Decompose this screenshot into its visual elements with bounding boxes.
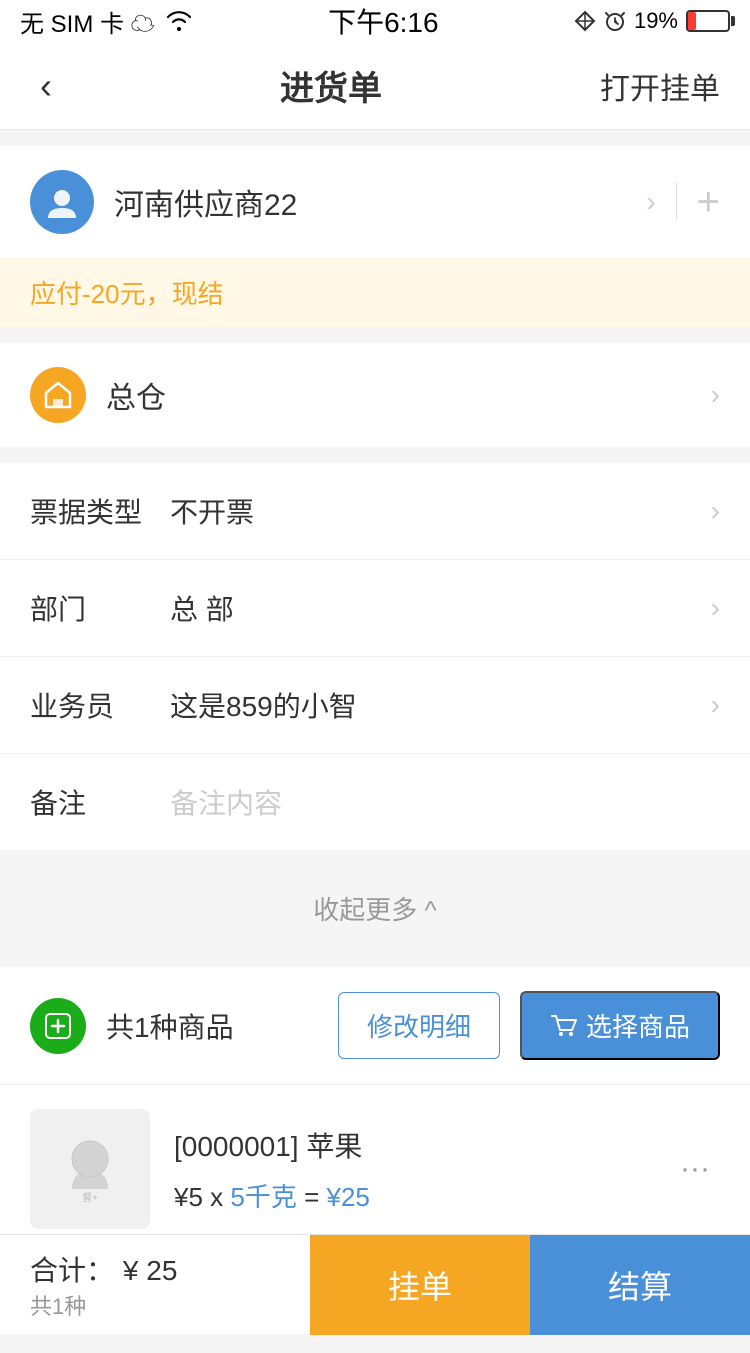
dept-row[interactable]: 部门 总 部 › bbox=[0, 560, 750, 657]
total-amount: 合计： ¥ 25 bbox=[30, 1249, 280, 1289]
product-thumb-icon: 督+ bbox=[50, 1129, 130, 1209]
collapse-button[interactable]: 收起更多 ^ bbox=[0, 866, 750, 951]
supplier-chevron-icon: › bbox=[646, 186, 655, 218]
supplier-divider bbox=[676, 182, 677, 222]
cart-icon bbox=[550, 1014, 578, 1038]
invoice-row[interactable]: 票据类型 不开票 › bbox=[0, 463, 750, 560]
nav-bar: ‹ 进货单 打开挂单 bbox=[0, 42, 750, 130]
products-header: 共1种商品 修改明细 选择商品 bbox=[0, 967, 750, 1085]
total-value: ¥ 25 bbox=[123, 1255, 178, 1286]
supplier-card: 河南供应商22 › + 应付-20元，现结 bbox=[0, 146, 750, 327]
invoice-chevron-icon: › bbox=[711, 495, 720, 527]
wifi-icon bbox=[165, 11, 193, 31]
total-label: 合计： bbox=[30, 1255, 114, 1286]
select-product-button[interactable]: 选择商品 bbox=[520, 991, 720, 1060]
product-thumbnail: 督+ bbox=[30, 1109, 150, 1229]
salesman-label: 业务员 bbox=[30, 685, 150, 725]
edit-details-button[interactable]: 修改明细 bbox=[338, 992, 500, 1059]
battery-icon bbox=[686, 10, 730, 32]
product-name: [0000001] 苹果 bbox=[174, 1125, 646, 1165]
hang-button[interactable]: 挂单 bbox=[310, 1235, 530, 1335]
bottom-bar: 合计： ¥ 25 共1种 挂单 结算 bbox=[0, 1234, 750, 1334]
supplier-row[interactable]: 河南供应商22 › + bbox=[0, 146, 750, 258]
total-price: ¥25 bbox=[327, 1182, 370, 1212]
warehouse-card: 总仓 › bbox=[0, 343, 750, 447]
salesman-row[interactable]: 业务员 这是859的小智 › bbox=[0, 657, 750, 754]
select-product-label: 选择商品 bbox=[586, 1007, 690, 1044]
total-count: 共1种 bbox=[30, 1289, 280, 1321]
remark-input[interactable]: 备注内容 bbox=[150, 782, 720, 822]
product-title: 苹果 bbox=[306, 1131, 362, 1162]
invoice-value: 不开票 bbox=[150, 491, 711, 531]
total-section: 合计： ¥ 25 共1种 bbox=[0, 1249, 310, 1321]
status-right: 19% bbox=[574, 8, 730, 34]
add-supplier-button[interactable]: + bbox=[697, 180, 720, 225]
products-icon bbox=[30, 998, 86, 1054]
battery-percent: 19% bbox=[634, 8, 678, 34]
page-title: 进货单 bbox=[280, 61, 382, 110]
status-bar: 无 SIM 卡 ☁ 下午6:16 19% bbox=[0, 0, 750, 42]
products-count: 共1种商品 bbox=[106, 1006, 318, 1046]
status-left: 无 SIM 卡 ☁ bbox=[20, 4, 193, 39]
salesman-value: 这是859的小智 bbox=[150, 685, 711, 725]
supplier-name: 河南供应商22 bbox=[114, 180, 646, 224]
salesman-chevron-icon: › bbox=[711, 689, 720, 721]
dept-label: 部门 bbox=[30, 588, 150, 628]
dept-value: 总 部 bbox=[150, 588, 711, 628]
checkout-button[interactable]: 结算 bbox=[530, 1235, 750, 1335]
product-price: ¥5 x 5千克 = ¥25 bbox=[174, 1177, 646, 1214]
product-info: [0000001] 苹果 ¥5 x 5千克 = ¥25 bbox=[174, 1125, 646, 1214]
alarm-icon bbox=[604, 10, 626, 32]
products-card: 共1种商品 修改明细 选择商品 督+ bbox=[0, 967, 750, 1253]
remark-row[interactable]: 备注 备注内容 bbox=[0, 754, 750, 850]
product-item: 督+ [0000001] 苹果 ¥5 x 5千克 = ¥25 ··· bbox=[0, 1085, 750, 1253]
dept-chevron-icon: › bbox=[711, 592, 720, 624]
status-time: 下午6:16 bbox=[328, 1, 439, 41]
warehouse-chevron-icon: › bbox=[711, 379, 720, 411]
unit-price: ¥5 x bbox=[174, 1182, 230, 1212]
quantity: 5千克 bbox=[230, 1182, 296, 1212]
sim-text: 无 SIM 卡 ☁ bbox=[20, 4, 155, 39]
warehouse-row[interactable]: 总仓 › bbox=[0, 343, 750, 447]
warehouse-name: 总仓 bbox=[106, 373, 711, 417]
form-card: 票据类型 不开票 › 部门 总 部 › 业务员 这是859的小智 › 备注 备注… bbox=[0, 463, 750, 850]
warehouse-icon bbox=[30, 367, 86, 423]
product-more-button[interactable]: ··· bbox=[670, 1142, 720, 1196]
open-hang-button[interactable]: 打开挂单 bbox=[600, 64, 720, 108]
back-button[interactable]: ‹ bbox=[30, 55, 62, 117]
product-code: [0000001] bbox=[174, 1131, 306, 1162]
equals: = bbox=[304, 1182, 326, 1212]
supplier-notice: 应付-20元，现结 bbox=[0, 258, 750, 327]
location-icon bbox=[574, 10, 596, 32]
supplier-avatar bbox=[30, 170, 94, 234]
invoice-label: 票据类型 bbox=[30, 491, 150, 531]
svg-text:督+: 督+ bbox=[82, 1191, 98, 1204]
remark-label: 备注 bbox=[30, 782, 150, 822]
